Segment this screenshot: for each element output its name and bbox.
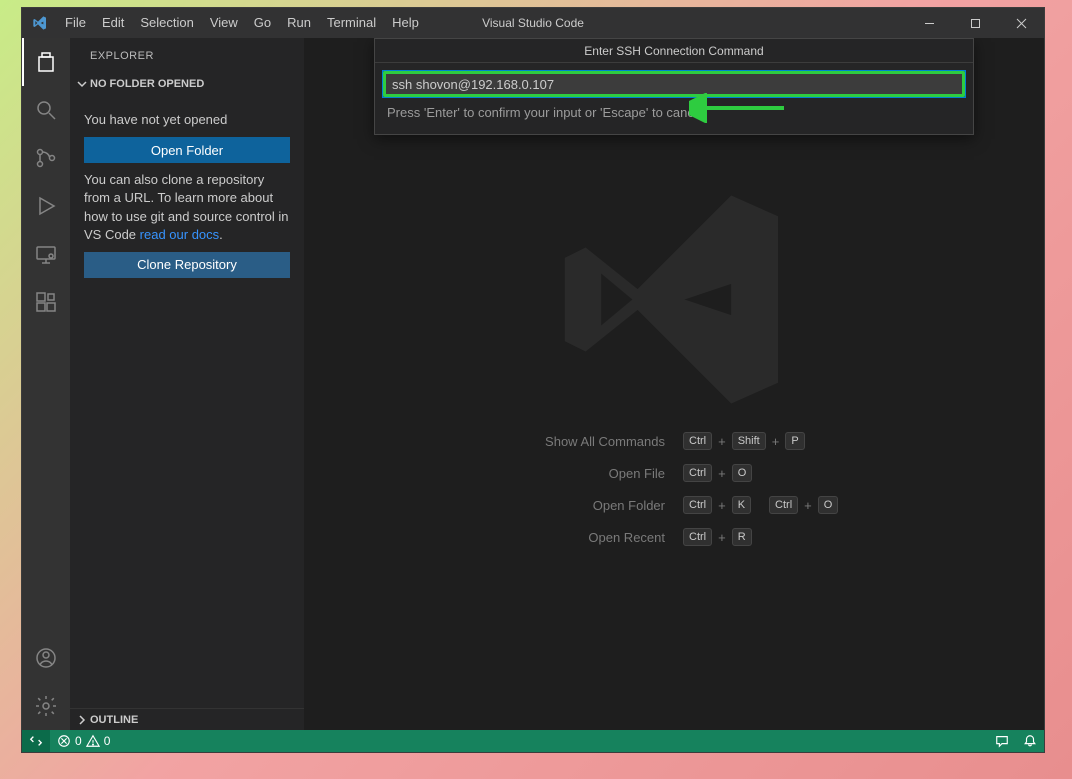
problems-indicator[interactable]: 0 0 [50,730,117,752]
run-debug-icon[interactable] [22,182,70,230]
shortcut-label: Open Recent [495,530,665,545]
feedback-icon[interactable] [988,730,1016,752]
accounts-icon[interactable] [22,634,70,682]
keycap: Ctrl [683,432,712,450]
menu-run[interactable]: Run [279,8,319,38]
palette-input-container [383,71,965,97]
plus-separator: + [718,434,726,449]
warning-count: 0 [104,734,111,748]
sidebar-outline-label: OUTLINE [90,714,138,726]
plus-separator: + [718,530,726,545]
shortcut-label: Show All Commands [495,434,665,449]
keycap: Ctrl [683,496,712,514]
shortcut-label: Open File [495,466,665,481]
remote-explorer-icon[interactable] [22,230,70,278]
sidebar-title: EXPLORER [70,38,304,73]
vscode-logo-icon [22,15,57,31]
plus-separator: + [718,498,726,513]
shortcut-row: Open File Ctrl + O [495,464,853,482]
command-palette: Enter SSH Connection Command Press 'Ente… [374,38,974,135]
keycap: Ctrl [769,496,798,514]
body: EXPLORER NO FOLDER OPENED You have not y… [22,38,1044,730]
keycap: K [732,496,751,514]
minimize-button[interactable] [906,8,952,38]
source-control-icon[interactable] [22,134,70,182]
plus-separator: + [804,498,812,513]
menubar: File Edit Selection View Go Run Terminal… [57,8,427,38]
titlebar: File Edit Selection View Go Run Terminal… [22,8,1044,38]
plus-separator: + [718,466,726,481]
shortcut-row: Show All Commands Ctrl + Shift + P [495,432,853,450]
shortcut-row: Open Recent Ctrl + R [495,528,853,546]
menu-edit[interactable]: Edit [94,8,132,38]
vscode-watermark-icon [544,169,804,432]
keycap: R [732,528,752,546]
palette-title: Enter SSH Connection Command [375,39,973,63]
sidebar-message-2: You can also clone a repository from a U… [84,171,290,244]
shortcut-keys: Ctrl + Shift + P [683,432,853,450]
sidebar-message-1: You have not yet opened [84,111,290,129]
shortcut-keys: Ctrl + K Ctrl + O [683,496,853,514]
error-count: 0 [75,734,82,748]
maximize-button[interactable] [952,8,998,38]
menu-file[interactable]: File [57,8,94,38]
clone-repository-button[interactable]: Clone Repository [84,252,290,278]
plus-separator: + [772,434,780,449]
read-docs-link[interactable]: read our docs [140,227,220,242]
keycap: O [818,496,839,514]
chevron-right-icon [74,714,90,726]
extensions-icon[interactable] [22,278,70,326]
sidebar-section-label: NO FOLDER OPENED [90,78,204,90]
remote-indicator[interactable] [22,730,50,752]
shortcut-keys: Ctrl + R [683,528,853,546]
close-button[interactable] [998,8,1044,38]
keycap: O [732,464,753,482]
search-icon[interactable] [22,86,70,134]
keycap: Ctrl [683,464,712,482]
shortcut-row: Open Folder Ctrl + K Ctrl + O [495,496,853,514]
notifications-bell-icon[interactable] [1016,730,1044,752]
menu-selection[interactable]: Selection [132,8,201,38]
settings-gear-icon[interactable] [22,682,70,730]
window-controls [906,8,1044,38]
sidebar-outline-header[interactable]: OUTLINE [70,708,304,730]
menu-view[interactable]: View [202,8,246,38]
open-folder-button[interactable]: Open Folder [84,137,290,163]
explorer-icon[interactable] [22,38,70,86]
keycap: P [785,432,804,450]
menu-go[interactable]: Go [246,8,279,38]
shortcut-keys: Ctrl + O [683,464,853,482]
editor-area: Show All Commands Ctrl + Shift + P Open File Ct… [304,38,1044,730]
sidebar: EXPLORER NO FOLDER OPENED You have not y… [70,38,304,730]
activitybar [22,38,70,730]
keycap: Shift [732,432,766,450]
sidebar-body: You have not yet opened Open Folder You … [70,95,304,708]
statusbar: 0 0 [22,730,1044,752]
chevron-down-icon [74,78,90,90]
palette-hint: Press 'Enter' to confirm your input or '… [375,101,973,124]
sidebar-section-header[interactable]: NO FOLDER OPENED [70,73,304,95]
menu-help[interactable]: Help [384,8,427,38]
shortcut-label: Open Folder [495,498,665,513]
ssh-command-input[interactable] [383,71,965,97]
welcome-shortcuts: Show All Commands Ctrl + Shift + P Open File Ct… [304,432,1044,546]
vscode-window: File Edit Selection View Go Run Terminal… [22,8,1044,752]
keycap: Ctrl [683,528,712,546]
menu-terminal[interactable]: Terminal [319,8,384,38]
